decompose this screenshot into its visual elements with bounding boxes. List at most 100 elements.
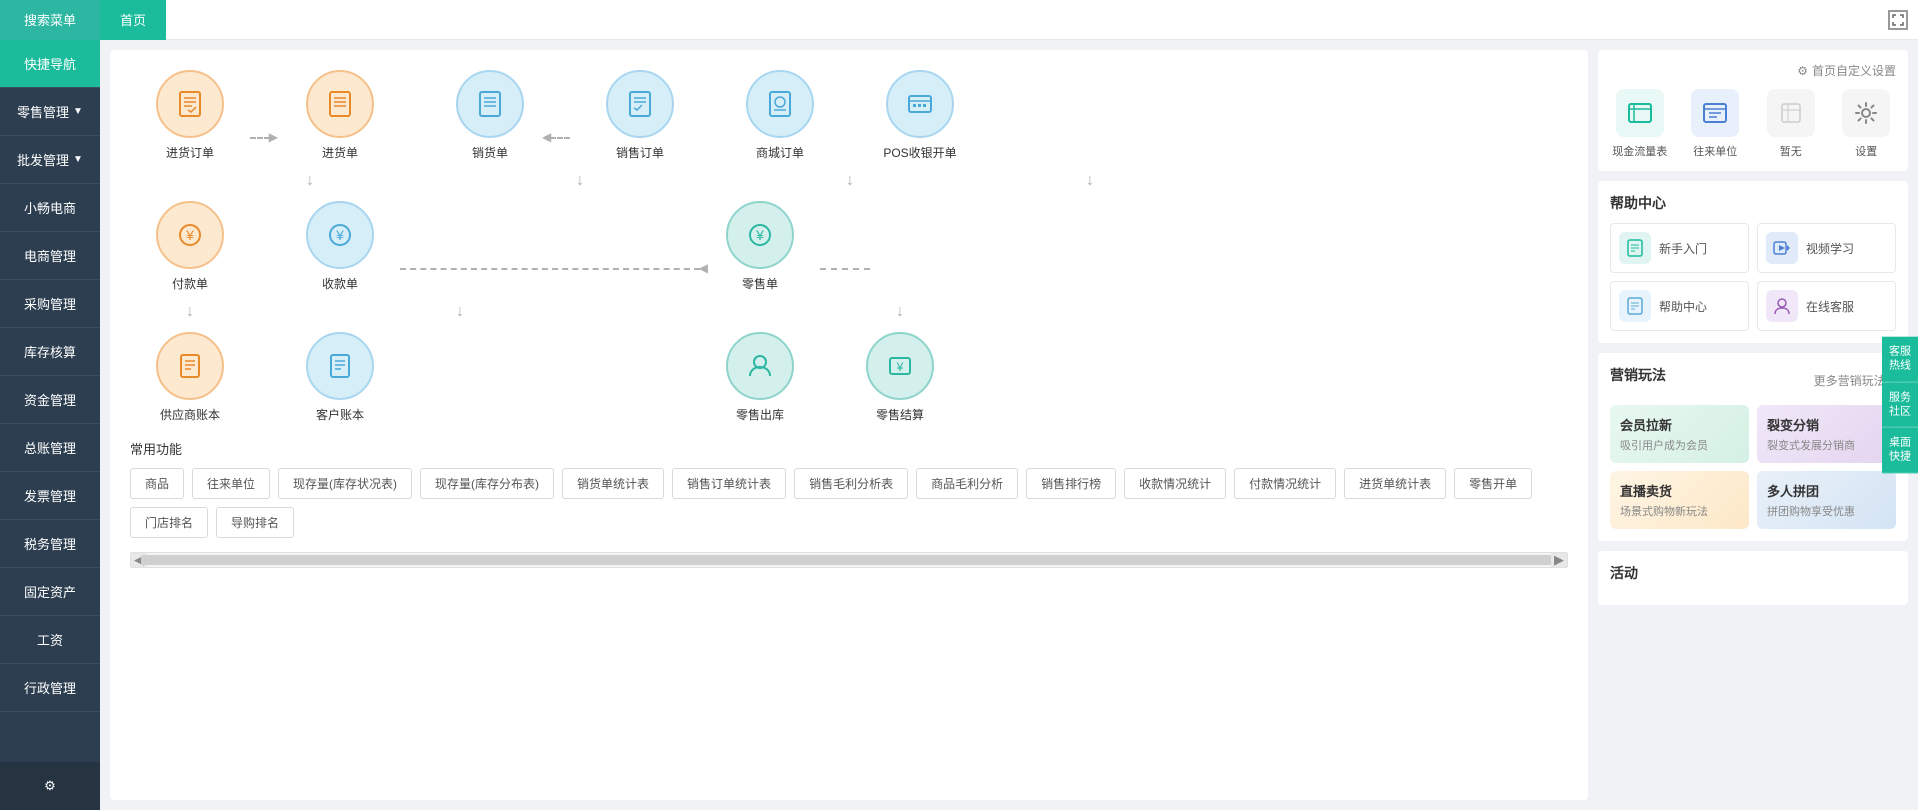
flow-node-purchase-bill[interactable]: 进货单 <box>280 70 400 161</box>
flow-node-purchase-order[interactable]: 进货订单 <box>130 70 250 161</box>
sidebar-item-payroll[interactable]: 工资 <box>0 616 100 664</box>
sidebar-settings-button[interactable]: ⚙ <box>0 762 100 810</box>
help-item-online-support[interactable]: 在线客服 <box>1757 281 1896 331</box>
horizontal-scrollbar[interactable]: ◀ ▶ <box>130 552 1568 568</box>
sidebar-item-tax[interactable]: 税务管理 <box>0 520 100 568</box>
func-btn-sales-rank[interactable]: 销售排行榜 <box>1026 468 1116 499</box>
flow-label-sales-bill: 销货单 <box>472 144 508 161</box>
search-menu-button[interactable]: 搜索菜单 <box>0 0 100 40</box>
scroll-right-button[interactable]: ▶ <box>1551 553 1567 567</box>
sidebar-label: 采购管理 <box>24 294 76 313</box>
flow-node-retail-bill[interactable]: ¥ 零售单 <box>700 201 820 292</box>
flow-circle-payment: ¥ <box>156 201 224 269</box>
help-label-video: 视频学习 <box>1806 240 1854 257</box>
func-btn-receipt-stat[interactable]: 收款情况统计 <box>1124 468 1226 499</box>
sidebar-label: 库存核算 <box>24 342 76 361</box>
flow-label-sales-order: 销售订单 <box>616 144 664 161</box>
func-btn-inventory-dist[interactable]: 现存量(库存分布表) <box>420 468 554 499</box>
quick-icons-grid: 现金流量表 往来单位 暂无 <box>1610 89 1896 159</box>
content-area: 进货订单 ▶ 进货单 <box>100 40 1918 810</box>
flow-label-purchase-order: 进货订单 <box>166 144 214 161</box>
flow-node-sales-order[interactable]: 销售订单 <box>580 70 700 161</box>
scrollbar-thumb[interactable] <box>141 555 1557 565</box>
sidebar-item-quick-nav[interactable]: 快捷导航 <box>0 40 100 88</box>
flow-circle-mall-order <box>746 70 814 138</box>
flow-node-receipt[interactable]: ¥ 收款单 <box>280 201 400 292</box>
tab-home[interactable]: 首页 <box>100 0 166 40</box>
sidebar-item-finance[interactable]: 资金管理 <box>0 376 100 424</box>
sidebar-item-invoice[interactable]: 发票管理 <box>0 472 100 520</box>
svg-text:¥: ¥ <box>755 227 764 243</box>
help-item-helpcenter[interactable]: 帮助中心 <box>1610 281 1749 331</box>
sidebar-item-inventory[interactable]: 库存核算 <box>0 328 100 376</box>
func-btn-guide-rank[interactable]: 导购排名 <box>216 507 294 538</box>
help-label-helpcenter: 帮助中心 <box>1659 298 1707 315</box>
func-btn-partner[interactable]: 往来单位 <box>192 468 270 499</box>
func-btn-store-rank[interactable]: 门店排名 <box>130 507 208 538</box>
gear-icon: ⚙ <box>44 778 56 794</box>
chevron-down-icon: ▼ <box>73 154 83 165</box>
func-btn-sales-profit[interactable]: 销售毛利分析表 <box>794 468 908 499</box>
func-btn-sales-stat[interactable]: 销货单统计表 <box>562 468 664 499</box>
customize-label: 首页自定义设置 <box>1812 62 1896 79</box>
sidebar-item-wholesale[interactable]: 批发管理 ▼ <box>0 136 100 184</box>
flow-node-supplier-ledger[interactable]: 供应商账本 <box>130 332 250 423</box>
func-btn-payment-stat[interactable]: 付款情况统计 <box>1234 468 1336 499</box>
sidebar-item-admin[interactable]: 行政管理 <box>0 664 100 712</box>
marketing-card-title-group: 多人拼团 <box>1767 481 1886 500</box>
flow-node-pos-order[interactable]: POS收银开单 <box>860 70 980 161</box>
spacer-1 <box>400 139 430 161</box>
chevron-down-icon: ▼ <box>73 106 83 117</box>
sidebar-item-retail[interactable]: 零售管理 ▼ <box>0 88 100 136</box>
flow-node-retail-outbound[interactable]: 零售出库 <box>700 332 820 423</box>
func-btn-goods-profit[interactable]: 商品毛利分析 <box>916 468 1018 499</box>
help-item-beginner[interactable]: 新手入门 <box>1610 223 1749 273</box>
flow-node-mall-order[interactable]: 商城订单 <box>720 70 840 161</box>
flow-node-retail-settlement[interactable]: ¥ 零售结算 <box>840 332 960 423</box>
func-btn-purchase-stat[interactable]: 进货单统计表 <box>1344 468 1446 499</box>
customize-link[interactable]: ⚙ 首页自定义设置 <box>1797 62 1896 79</box>
sidebar-label: 固定资产 <box>24 582 76 601</box>
fullscreen-button[interactable] <box>1888 10 1908 30</box>
marketing-card-group[interactable]: 多人拼团 拼团购物享受优惠 <box>1757 471 1896 529</box>
marketing-card-live[interactable]: 直播卖货 场景式购物新玩法 <box>1610 471 1749 529</box>
quick-icon-settings[interactable]: 设置 <box>1837 89 1897 159</box>
quick-icon-box-cashflow <box>1616 89 1664 137</box>
flow-node-customer-ledger[interactable]: 客户账本 <box>280 332 400 423</box>
marketing-card-sub-group: 拼团购物享受优惠 <box>1767 503 1886 519</box>
flow-node-sales-bill[interactable]: 销货单 <box>430 70 550 161</box>
flow-circle-retail-bill: ¥ <box>726 201 794 269</box>
quick-icon-cashflow[interactable]: 现金流量表 <box>1610 89 1670 159</box>
flow-node-payment[interactable]: ¥ 付款单 <box>130 201 250 292</box>
help-label-beginner: 新手入门 <box>1659 240 1707 257</box>
func-btn-goods[interactable]: 商品 <box>130 468 184 499</box>
quick-icon-partner[interactable]: 往来单位 <box>1686 89 1746 159</box>
flow-label-payment: 付款单 <box>172 275 208 292</box>
quick-icon-label-cashflow: 现金流量表 <box>1612 143 1667 159</box>
flow-row-1: 进货订单 ▶ 进货单 <box>130 70 1568 161</box>
sidebar-item-ecommerce-mgmt[interactable]: 电商管理 <box>0 232 100 280</box>
marketing-card-sub-membership: 吸引用户成为会员 <box>1620 437 1739 453</box>
sidebar-item-ledger[interactable]: 总账管理 <box>0 424 100 472</box>
quick-icon-box-partner <box>1691 89 1739 137</box>
sidebar-item-ecommerce-small[interactable]: 小畅电商 <box>0 184 100 232</box>
top-right-area <box>1888 10 1918 30</box>
quick-icon-label-settings: 设置 <box>1855 143 1877 159</box>
flow-circle-sales-bill <box>456 70 524 138</box>
marketing-card-fission[interactable]: 裂变分销 裂变式发展分销商 <box>1757 405 1896 463</box>
float-btn-desktop[interactable]: 桌面快捷 <box>1882 428 1918 474</box>
marketing-card-membership[interactable]: 会员拉新 吸引用户成为会员 <box>1610 405 1749 463</box>
spacer-r2c <box>960 302 1080 322</box>
sidebar: 快捷导航 零售管理 ▼ 批发管理 ▼ 小畅电商 电商管理 采购管理 库存核算 资… <box>0 40 100 810</box>
quick-icons-section: ⚙ 首页自定义设置 现金流量表 往来单位 <box>1598 50 1908 171</box>
float-btn-hotline[interactable]: 客服热线 <box>1882 337 1918 383</box>
float-btn-community[interactable]: 服务社区 <box>1882 382 1918 428</box>
func-btn-retail-order[interactable]: 零售开单 <box>1454 468 1532 499</box>
quick-icon-none[interactable]: 暂无 <box>1761 89 1821 159</box>
func-btn-inventory-status[interactable]: 现存量(库存状况表) <box>278 468 412 499</box>
help-item-video[interactable]: 视频学习 <box>1757 223 1896 273</box>
sidebar-item-assets[interactable]: 固定资产 <box>0 568 100 616</box>
marketing-title: 营销玩法 <box>1610 365 1666 385</box>
sidebar-item-purchase[interactable]: 采购管理 <box>0 280 100 328</box>
func-btn-sales-order-stat[interactable]: 销售订单统计表 <box>672 468 786 499</box>
